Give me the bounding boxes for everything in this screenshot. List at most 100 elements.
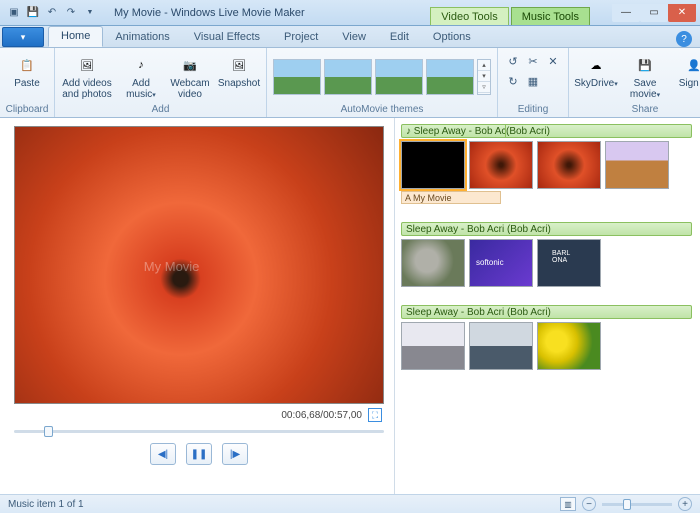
zoom-slider[interactable]: [602, 503, 672, 506]
transport-controls: ◀| ❚❚ |▶: [14, 437, 384, 471]
tab-home[interactable]: Home: [48, 26, 103, 47]
tab-music-tools[interactable]: Music Tools: [511, 7, 590, 25]
more-editing-icon[interactable]: [544, 72, 562, 90]
preview-video[interactable]: My Movie: [14, 126, 384, 404]
skydrive-button[interactable]: ☁ SkyDrive▾: [573, 50, 619, 92]
fullscreen-icon[interactable]: ⛶: [368, 408, 382, 422]
clip-softonic[interactable]: [469, 239, 533, 287]
seek-thumb[interactable]: [44, 426, 53, 437]
view-mode-button[interactable]: ▥: [560, 497, 576, 511]
group-label-share: Share: [573, 103, 700, 117]
sign-in-button[interactable]: 👤 Sign in: [671, 50, 700, 92]
group-label-add: Add: [59, 103, 262, 117]
window-title: My Movie - Windows Live Movie Maker: [104, 7, 305, 19]
theme-scroll-down-icon[interactable]: ▾: [478, 71, 490, 82]
group-clipboard: 📋 Paste Clipboard: [0, 48, 55, 117]
file-menu-button[interactable]: ▾: [2, 27, 44, 47]
delete-icon[interactable]: ✕: [544, 52, 562, 70]
select-all-icon[interactable]: ▦: [524, 72, 542, 90]
save-icon[interactable]: 💾: [25, 5, 41, 21]
time-display: 00:06,68/00:57,00 ⛶: [14, 404, 384, 426]
theme-thumb-1[interactable]: [273, 59, 321, 95]
webcam-icon: 📷: [178, 53, 202, 77]
clip-title[interactable]: [401, 141, 465, 189]
timeline-section-1: ♪ Sleep Away - Bob Ac (Bob Acri) A My Mo…: [401, 124, 692, 204]
tab-options[interactable]: Options: [421, 28, 483, 47]
group-editing: ↺ ✂ ✕ ↻ ▦ Editing: [498, 48, 569, 117]
time-text: 00:06,68/00:57,00: [281, 410, 362, 421]
tab-project[interactable]: Project: [272, 28, 330, 47]
main-area: My Movie 00:06,68/00:57,00 ⛶ ◀| ❚❚ |▶ ♪ …: [0, 118, 700, 494]
theme-thumb-4[interactable]: [426, 59, 474, 95]
zoom-thumb[interactable]: [623, 499, 631, 510]
window-controls: — ▭ ✕: [612, 4, 700, 22]
theme-thumb-2[interactable]: [324, 59, 372, 95]
status-text: Music item 1 of 1: [8, 499, 84, 510]
timeline-section-2: Sleep Away - Bob Acri (Bob Acri): [401, 222, 692, 287]
rotate-left-icon[interactable]: ↺: [504, 52, 522, 70]
zoom-out-button[interactable]: −: [582, 497, 596, 511]
save-movie-icon: 💾: [633, 53, 657, 77]
save-movie-button[interactable]: 💾 Save movie▾: [622, 50, 668, 103]
clip-desert[interactable]: [605, 141, 669, 189]
title-overlay: My Movie: [144, 259, 200, 274]
chevron-down-icon: ▾: [152, 92, 156, 99]
next-frame-button[interactable]: |▶: [222, 443, 248, 465]
music-track-2[interactable]: Sleep Away - Bob Acri (Bob Acri): [401, 222, 692, 236]
theme-scroll-up-icon[interactable]: ▴: [478, 60, 490, 71]
help-icon[interactable]: ?: [676, 31, 692, 47]
cut-icon[interactable]: ✂: [524, 52, 542, 70]
minimize-button[interactable]: —: [612, 4, 640, 22]
clip-tulips[interactable]: [537, 322, 601, 370]
tab-visual-effects[interactable]: Visual Effects: [182, 28, 272, 47]
preview-pane: My Movie 00:06,68/00:57,00 ⛶ ◀| ❚❚ |▶: [0, 118, 395, 494]
tab-edit[interactable]: Edit: [378, 28, 421, 47]
maximize-button[interactable]: ▭: [640, 4, 668, 22]
group-share: ☁ SkyDrive▾ 💾 Save movie▾ 👤 Sign in Shar…: [569, 48, 700, 117]
seek-track[interactable]: [14, 430, 384, 433]
play-pause-button[interactable]: ❚❚: [186, 443, 212, 465]
tab-video-tools[interactable]: Video Tools: [430, 7, 508, 25]
webcam-button[interactable]: 📷 Webcam video: [167, 50, 213, 103]
theme-gallery-expand-icon[interactable]: ▿: [478, 82, 490, 93]
status-bar: Music item 1 of 1 ▥ − +: [0, 494, 700, 513]
prev-frame-button[interactable]: ◀|: [150, 443, 176, 465]
tab-view[interactable]: View: [330, 28, 378, 47]
title-bar: ▣ 💾 ↶ ↷ ▼ My Movie - Windows Live Movie …: [0, 0, 700, 26]
add-videos-button[interactable]: 🖼 Add videos and photos: [59, 50, 115, 103]
clip-desk[interactable]: [469, 322, 533, 370]
caption-track[interactable]: A My Movie: [401, 191, 501, 204]
sign-in-icon: 👤: [682, 53, 700, 77]
music-track-3[interactable]: Sleep Away - Bob Acri (Bob Acri): [401, 305, 692, 319]
music-track-1[interactable]: ♪ Sleep Away - Bob Ac (Bob Acri): [401, 124, 692, 138]
snapshot-icon: 🖼: [227, 53, 251, 77]
snapshot-button[interactable]: 🖼 Snapshot: [216, 50, 262, 92]
theme-thumb-3[interactable]: [375, 59, 423, 95]
paste-icon: 📋: [15, 53, 39, 77]
tab-animations[interactable]: Animations: [103, 28, 181, 47]
add-videos-icon: 🖼: [75, 53, 99, 77]
theme-scroll: ▴ ▾ ▿: [477, 59, 491, 95]
add-music-button[interactable]: ♪ Add music▾: [118, 50, 164, 103]
timeline-pane: ♪ Sleep Away - Bob Ac (Bob Acri) A My Mo…: [395, 118, 700, 494]
undo-icon[interactable]: ↶: [44, 5, 60, 21]
group-label-automovie: AutoMovie themes: [271, 103, 493, 117]
group-automovie: ▴ ▾ ▿ AutoMovie themes: [267, 48, 498, 117]
quick-access-toolbar: ▣ 💾 ↶ ↷ ▼: [0, 5, 104, 21]
qat-dropdown-icon[interactable]: ▼: [82, 5, 98, 21]
group-label-clipboard: Clipboard: [4, 103, 50, 117]
rotate-right-icon[interactable]: ↻: [504, 72, 522, 90]
clip-office[interactable]: [401, 322, 465, 370]
group-label-editing: Editing: [502, 103, 564, 117]
app-menu-icon[interactable]: ▣: [6, 5, 22, 21]
close-button[interactable]: ✕: [668, 4, 696, 22]
redo-icon[interactable]: ↷: [63, 5, 79, 21]
clip-flower-2[interactable]: [537, 141, 601, 189]
clip-koala[interactable]: [401, 239, 465, 287]
clip-flower-1[interactable]: [469, 141, 533, 189]
paste-button[interactable]: 📋 Paste: [4, 50, 50, 92]
timeline-section-3: Sleep Away - Bob Acri (Bob Acri): [401, 305, 692, 370]
zoom-in-button[interactable]: +: [678, 497, 692, 511]
add-music-icon: ♪: [129, 53, 153, 77]
clip-barcelona[interactable]: [537, 239, 601, 287]
